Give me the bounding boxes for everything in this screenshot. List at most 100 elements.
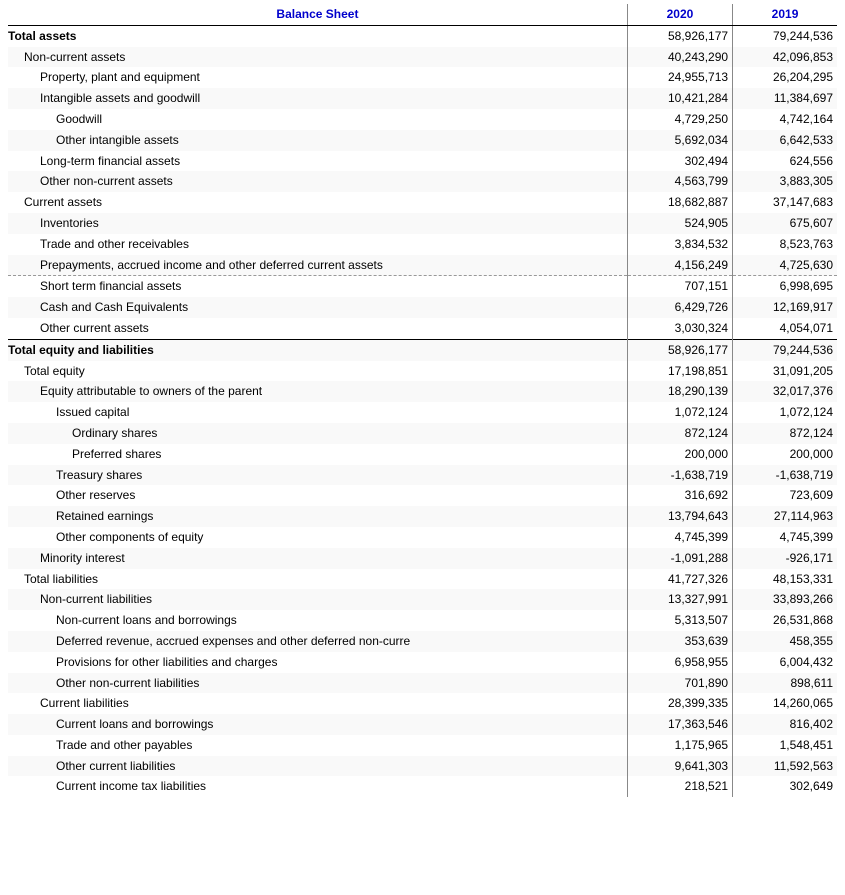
value-2020: 17,198,851 <box>627 361 732 382</box>
table-row: Total liabilities41,727,32648,153,331 <box>8 569 837 590</box>
value-2019: 898,611 <box>733 673 837 694</box>
value-2020: 28,399,335 <box>627 693 732 714</box>
table-row: Trade and other receivables3,834,5328,52… <box>8 234 837 255</box>
value-2020: 18,290,139 <box>627 381 732 402</box>
table-row: Current assets18,682,88737,147,683 <box>8 192 837 213</box>
table-row: Non-current liabilities13,327,99133,893,… <box>8 589 837 610</box>
row-label: Deferred revenue, accrued expenses and o… <box>8 631 627 652</box>
row-label: Minority interest <box>8 548 627 569</box>
balance-sheet-table: Balance Sheet 2020 2019 Total assets58,9… <box>8 4 837 797</box>
value-2020: 24,955,713 <box>627 67 732 88</box>
table-row: Current loans and borrowings17,363,54681… <box>8 714 837 735</box>
value-2020: 302,494 <box>627 151 732 172</box>
value-2019: 27,114,963 <box>733 506 837 527</box>
table-row: Trade and other payables1,175,9651,548,4… <box>8 735 837 756</box>
row-label: Provisions for other liabilities and cha… <box>8 652 627 673</box>
value-2020: 200,000 <box>627 444 732 465</box>
value-2019: 8,523,763 <box>733 234 837 255</box>
table-row: Prepayments, accrued income and other de… <box>8 255 837 276</box>
table-row: Equity attributable to owners of the par… <box>8 381 837 402</box>
value-2019: 6,004,432 <box>733 652 837 673</box>
value-2020: 18,682,887 <box>627 192 732 213</box>
table-row: Issued capital1,072,1241,072,124 <box>8 402 837 423</box>
table-row: Other components of equity4,745,3994,745… <box>8 527 837 548</box>
value-2019: 624,556 <box>733 151 837 172</box>
table-row: Treasury shares-1,638,719-1,638,719 <box>8 465 837 486</box>
row-label: Current assets <box>8 192 627 213</box>
row-label: Other current liabilities <box>8 756 627 777</box>
table-row: Long-term financial assets302,494624,556 <box>8 151 837 172</box>
header-title: Balance Sheet <box>8 4 627 25</box>
row-label: Inventories <box>8 213 627 234</box>
value-2020: 3,030,324 <box>627 318 732 339</box>
row-label: Non-current assets <box>8 47 627 68</box>
value-2019: 6,642,533 <box>733 130 837 151</box>
value-2019: 4,745,399 <box>733 527 837 548</box>
table-row: Total assets58,926,17779,244,536 <box>8 25 837 46</box>
row-label: Total equity <box>8 361 627 382</box>
value-2020: 5,313,507 <box>627 610 732 631</box>
value-2020: 1,072,124 <box>627 402 732 423</box>
value-2019: 3,883,305 <box>733 171 837 192</box>
value-2020: 9,641,303 <box>627 756 732 777</box>
row-label: Current liabilities <box>8 693 627 714</box>
value-2019: 79,244,536 <box>733 25 837 46</box>
row-label: Property, plant and equipment <box>8 67 627 88</box>
value-2019: 1,548,451 <box>733 735 837 756</box>
value-2019: 4,725,630 <box>733 255 837 276</box>
row-label: Total liabilities <box>8 569 627 590</box>
value-2019: 675,607 <box>733 213 837 234</box>
value-2020: 872,124 <box>627 423 732 444</box>
row-label: Long-term financial assets <box>8 151 627 172</box>
value-2020: -1,091,288 <box>627 548 732 569</box>
table-row: Non-current loans and borrowings5,313,50… <box>8 610 837 631</box>
value-2020: 707,151 <box>627 276 732 297</box>
table-row: Other non-current assets4,563,7993,883,3… <box>8 171 837 192</box>
value-2020: 17,363,546 <box>627 714 732 735</box>
value-2019: 4,054,071 <box>733 318 837 339</box>
value-2019: 37,147,683 <box>733 192 837 213</box>
row-label: Equity attributable to owners of the par… <box>8 381 627 402</box>
row-label: Preferred shares <box>8 444 627 465</box>
value-2019: 26,531,868 <box>733 610 837 631</box>
value-2019: 33,893,266 <box>733 589 837 610</box>
table-row: Inventories524,905675,607 <box>8 213 837 234</box>
value-2019: 4,742,164 <box>733 109 837 130</box>
table-row: Retained earnings13,794,64327,114,963 <box>8 506 837 527</box>
value-2020: 353,639 <box>627 631 732 652</box>
value-2019: 31,091,205 <box>733 361 837 382</box>
table-row: Ordinary shares872,124872,124 <box>8 423 837 444</box>
row-label: Other intangible assets <box>8 130 627 151</box>
value-2020: 4,156,249 <box>627 255 732 276</box>
table-row: Other current assets3,030,3244,054,071 <box>8 318 837 339</box>
value-2019: 200,000 <box>733 444 837 465</box>
row-label: Prepayments, accrued income and other de… <box>8 255 627 276</box>
row-label: Other reserves <box>8 485 627 506</box>
table-row: Other current liabilities9,641,30311,592… <box>8 756 837 777</box>
value-2020: 10,421,284 <box>627 88 732 109</box>
value-2020: 58,926,177 <box>627 339 732 360</box>
table-row: Other reserves316,692723,609 <box>8 485 837 506</box>
table-row: Current liabilities28,399,33514,260,065 <box>8 693 837 714</box>
value-2019: 42,096,853 <box>733 47 837 68</box>
table-row: Other non-current liabilities701,890898,… <box>8 673 837 694</box>
table-row: Cash and Cash Equivalents6,429,72612,169… <box>8 297 837 318</box>
value-2020: 524,905 <box>627 213 732 234</box>
row-label: Total equity and liabilities <box>8 339 627 360</box>
value-2020: 316,692 <box>627 485 732 506</box>
row-label: Total assets <box>8 25 627 46</box>
value-2020: 1,175,965 <box>627 735 732 756</box>
table-row: Other intangible assets5,692,0346,642,53… <box>8 130 837 151</box>
value-2019: 723,609 <box>733 485 837 506</box>
row-label: Current income tax liabilities <box>8 776 627 797</box>
row-label: Other components of equity <box>8 527 627 548</box>
row-label: Issued capital <box>8 402 627 423</box>
table-row: Intangible assets and goodwill10,421,284… <box>8 88 837 109</box>
value-2020: 13,794,643 <box>627 506 732 527</box>
value-2019: 14,260,065 <box>733 693 837 714</box>
value-2020: 4,745,399 <box>627 527 732 548</box>
value-2019: 79,244,536 <box>733 339 837 360</box>
row-label: Goodwill <box>8 109 627 130</box>
value-2019: 11,592,563 <box>733 756 837 777</box>
value-2020: 6,429,726 <box>627 297 732 318</box>
